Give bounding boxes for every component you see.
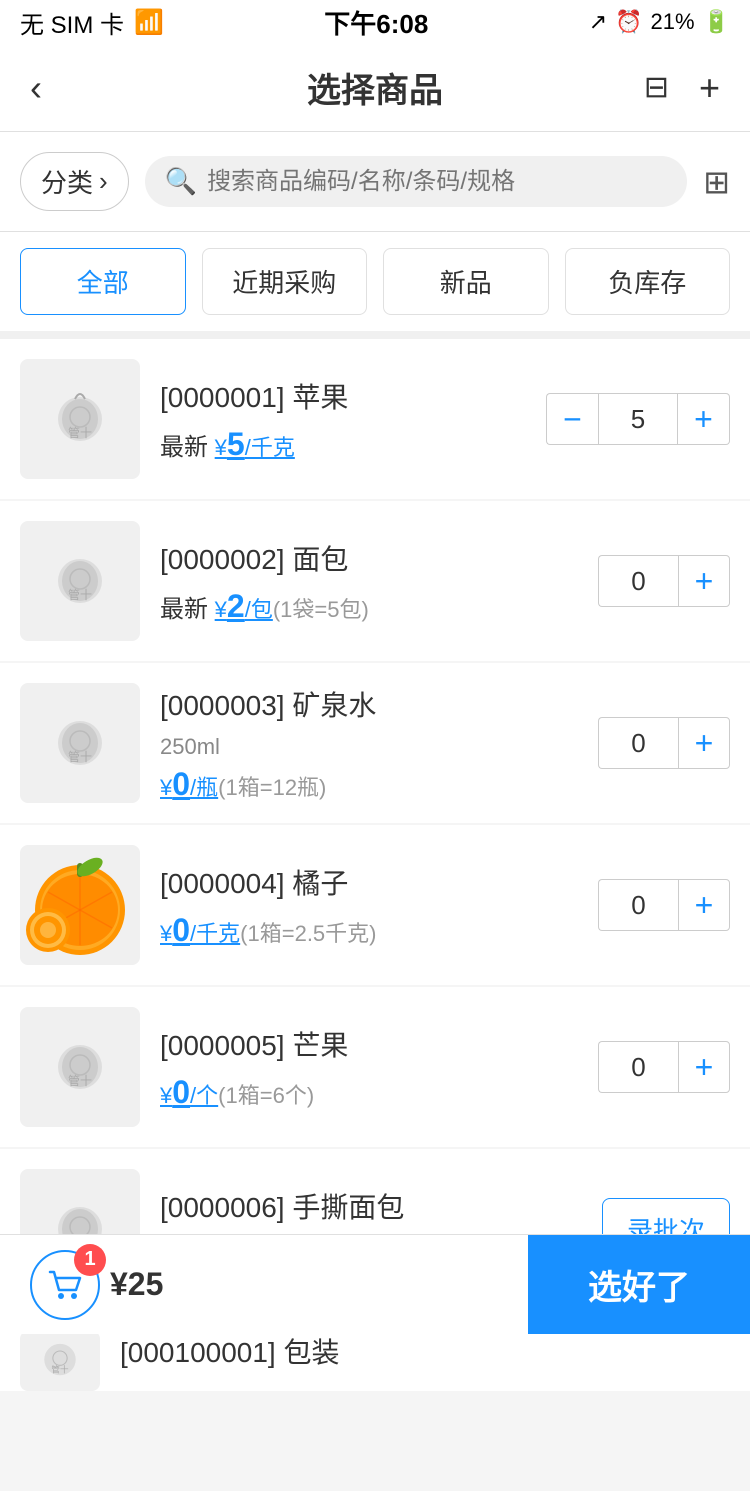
alarm-icon: ⏰ xyxy=(615,9,642,35)
product-name-0: [0000001] 苹果 xyxy=(160,376,526,416)
confirm-button[interactable]: 选好了 xyxy=(528,1235,750,1334)
product-image-0: 管十 xyxy=(20,359,140,479)
product-name-partial: [000100001] 包装 xyxy=(120,1331,730,1371)
cart-icon-button[interactable]: 1 xyxy=(30,1250,100,1320)
product-price-1: 最新 ¥2/包(1袋=5包) xyxy=(160,588,578,625)
category-label: 分类 xyxy=(41,163,93,200)
qty-plus-0[interactable]: + xyxy=(678,393,730,445)
product-spec-2: 250ml xyxy=(160,734,578,760)
category-button[interactable]: 分类 › xyxy=(20,152,129,211)
category-arrow: › xyxy=(99,166,108,197)
product-info-3: [0000004] 橘子 ¥0/千克(1箱=2.5千克) xyxy=(160,862,578,949)
product-item-1: 管十 [0000002] 面包 最新 ¥2/包(1袋=5包) + xyxy=(0,501,750,661)
product-image-partial: 管十 xyxy=(20,1331,100,1391)
tab-negative[interactable]: 负库存 xyxy=(565,248,731,315)
qty-input-1[interactable] xyxy=(598,555,678,607)
nav-right: ⊟ + xyxy=(644,67,720,109)
product-price-4: ¥0/个(1箱=6个) xyxy=(160,1074,578,1111)
product-item-0: 管十 [0000001] 苹果 最新 ¥5/千克 − + xyxy=(0,339,750,499)
qty-plus-2[interactable]: + xyxy=(678,717,730,769)
qty-control-0: − + xyxy=(546,393,730,445)
svg-text:管十: 管十 xyxy=(51,1363,69,1374)
nav-left: ‹ xyxy=(30,67,42,109)
qty-plus-3[interactable]: + xyxy=(678,879,730,931)
qty-control-4: + xyxy=(598,1041,730,1093)
tab-row: 全部 近期采购 新品 负库存 xyxy=(0,232,750,339)
location-icon: ↗ xyxy=(589,9,607,35)
cart-badge: 1 xyxy=(74,1244,106,1276)
qty-input-2[interactable] xyxy=(598,717,678,769)
svg-text:管十: 管十 xyxy=(68,425,92,440)
status-time: 下午6:08 xyxy=(324,4,428,41)
back-button[interactable]: ‹ xyxy=(30,67,42,109)
search-row: 分类 › 🔍 ⊞ xyxy=(0,132,750,232)
status-bar: 无 SIM 卡 📶 下午6:08 ↗ ⏰ 21% 🔋 xyxy=(0,0,750,44)
product-name-3: [0000004] 橘子 xyxy=(160,862,578,902)
qty-control-3: + xyxy=(598,879,730,931)
product-name-2: [0000003] 矿泉水 xyxy=(160,684,578,724)
tab-new[interactable]: 新品 xyxy=(383,248,549,315)
search-icon: 🔍 xyxy=(165,166,197,197)
product-image-1: 管十 xyxy=(20,521,140,641)
product-name-4: [0000005] 芒果 xyxy=(160,1024,578,1064)
no-sim-label: 无 SIM 卡 xyxy=(20,5,124,40)
product-info-4: [0000005] 芒果 ¥0/个(1箱=6个) xyxy=(160,1024,578,1111)
product-item-3: [0000004] 橘子 ¥0/千克(1箱=2.5千克) + xyxy=(0,825,750,985)
qty-input-4[interactable] xyxy=(598,1041,678,1093)
cart-total: ¥25 xyxy=(110,1266,163,1303)
product-image-2: 管十 xyxy=(20,683,140,803)
qty-control-2: + xyxy=(598,717,730,769)
filter-icon[interactable]: ⊟ xyxy=(644,70,669,105)
product-image-3 xyxy=(20,845,140,965)
product-info-partial: [000100001] 包装 xyxy=(120,1331,730,1381)
product-info-2: [0000003] 矿泉水 250ml ¥0/瓶(1箱=12瓶) xyxy=(160,684,578,803)
product-image-4: 管十 xyxy=(20,1007,140,1127)
wifi-icon: 📶 xyxy=(134,8,164,37)
page-title: 选择商品 xyxy=(307,63,443,112)
product-info-0: [0000001] 苹果 最新 ¥5/千克 xyxy=(160,376,526,463)
scan-icon[interactable]: ⊞ xyxy=(703,163,730,201)
product-item-2: 管十 [0000003] 矿泉水 250ml ¥0/瓶(1箱=12瓶) + xyxy=(0,663,750,823)
product-name-1: [0000002] 面包 xyxy=(160,538,578,578)
product-item-4: 管十 [0000005] 芒果 ¥0/个(1箱=6个) + xyxy=(0,987,750,1147)
qty-plus-4[interactable]: + xyxy=(678,1041,730,1093)
status-right: ↗ ⏰ 21% 🔋 xyxy=(589,9,730,35)
bottom-bar: 1 ¥25 选好了 xyxy=(0,1234,750,1334)
battery-icon: 🔋 xyxy=(703,9,730,35)
add-button[interactable]: + xyxy=(699,67,720,109)
product-name-5: [0000006] 手撕面包 xyxy=(160,1186,582,1226)
search-input[interactable] xyxy=(207,168,667,196)
battery-label: 21% xyxy=(651,9,695,35)
product-price-2: ¥0/瓶(1箱=12瓶) xyxy=(160,766,578,803)
qty-plus-1[interactable]: + xyxy=(678,555,730,607)
status-left: 无 SIM 卡 📶 xyxy=(20,5,164,40)
qty-minus-0[interactable]: − xyxy=(546,393,598,445)
cart-area: 1 ¥25 xyxy=(0,1250,528,1320)
product-info-1: [0000002] 面包 最新 ¥2/包(1袋=5包) xyxy=(160,538,578,625)
qty-input-3[interactable] xyxy=(598,879,678,931)
qty-control-1: + xyxy=(598,555,730,607)
svg-text:管十: 管十 xyxy=(68,587,92,602)
nav-bar: ‹ 选择商品 ⊟ + xyxy=(0,44,750,132)
product-price-3: ¥0/千克(1箱=2.5千克) xyxy=(160,912,578,949)
search-input-wrap: 🔍 xyxy=(145,156,688,207)
tab-recent[interactable]: 近期采购 xyxy=(202,248,368,315)
qty-input-0[interactable] xyxy=(598,393,678,445)
tab-all[interactable]: 全部 xyxy=(20,248,186,315)
svg-text:管十: 管十 xyxy=(68,749,92,764)
product-price-0: 最新 ¥5/千克 xyxy=(160,426,526,463)
svg-text:管十: 管十 xyxy=(68,1073,92,1088)
